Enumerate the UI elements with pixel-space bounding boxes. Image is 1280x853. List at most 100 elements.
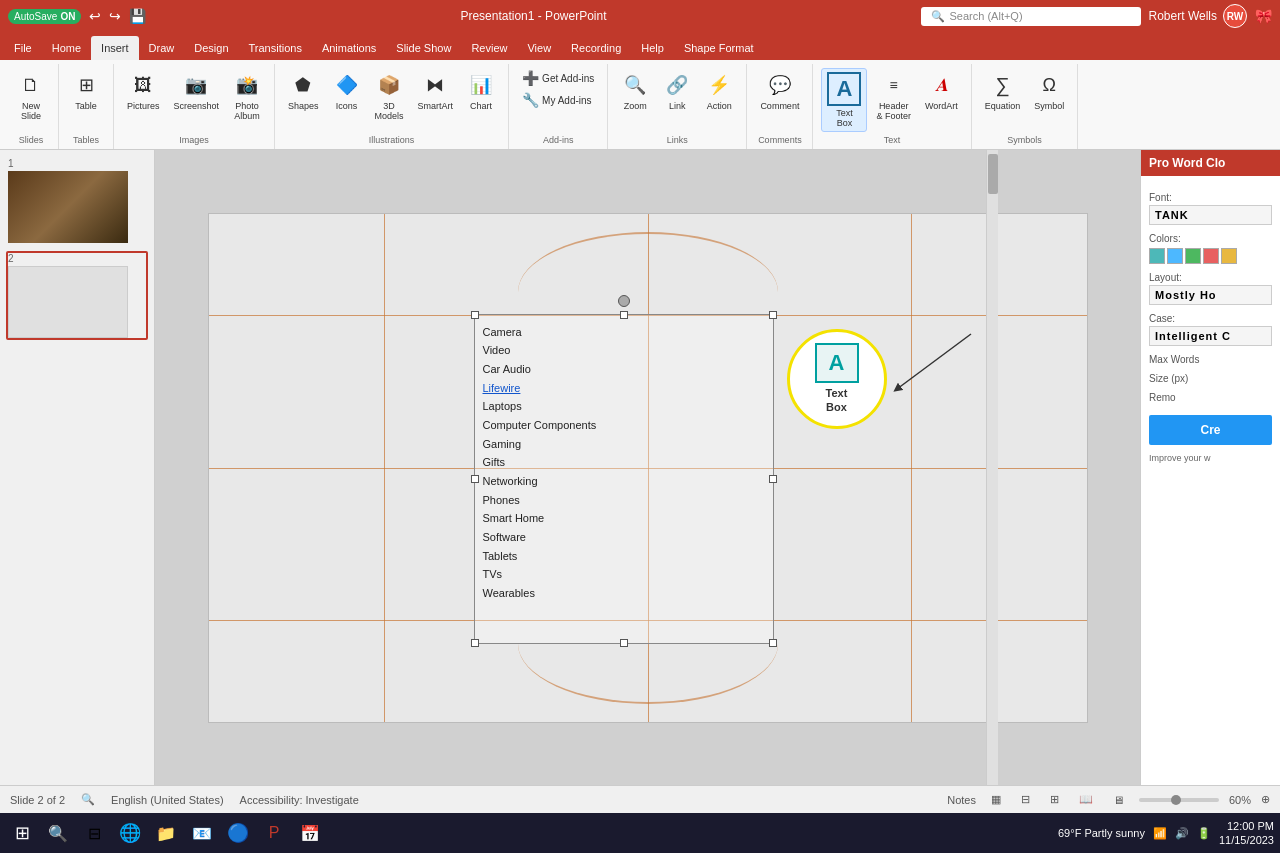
rp-case-value[interactable]: Intelligent C — [1149, 326, 1272, 346]
zoom-fit-icon[interactable]: ⊕ — [1261, 793, 1270, 806]
handle-mr[interactable] — [769, 475, 777, 483]
tab-view[interactable]: View — [517, 36, 561, 60]
search-box[interactable]: 🔍 Search (Alt+Q) — [921, 7, 1141, 26]
zoom-slider[interactable] — [1139, 798, 1219, 802]
color-swatch-5[interactable] — [1221, 248, 1237, 264]
taskbar-file-explorer[interactable]: 📁 — [150, 817, 182, 849]
ribbon-btn-3dmodels[interactable]: 📦 3DModels — [370, 68, 409, 124]
vertical-scrollbar[interactable] — [986, 150, 998, 785]
status-view-presenter[interactable]: 🖥 — [1108, 792, 1129, 808]
canvas-area[interactable]: Camera Video Car Audio Lifewire Laptops … — [155, 150, 1140, 785]
ribbon-btn-action[interactable]: ⚡ Action — [700, 68, 738, 114]
start-button[interactable]: ⊞ — [6, 817, 38, 849]
comment-icon: 💬 — [766, 71, 794, 99]
ribbon-btn-getaddins[interactable]: ➕ Get Add-ins — [517, 68, 599, 88]
ribbon-btn-comment[interactable]: 💬 Comment — [755, 68, 804, 114]
tab-transitions[interactable]: Transitions — [239, 36, 312, 60]
taskbar-edge[interactable]: 🌐 — [114, 817, 146, 849]
tab-review[interactable]: Review — [461, 36, 517, 60]
redo-icon[interactable]: ↪ — [109, 8, 121, 24]
ribbon-btn-equation[interactable]: ∑ Equation — [980, 68, 1026, 114]
tab-file[interactable]: File — [4, 36, 42, 60]
ribbon-btn-icons[interactable]: 🔷 Icons — [328, 68, 366, 114]
ribbon-btn-pictures[interactable]: 🖼 Pictures — [122, 68, 165, 114]
ribbon-btn-newslide[interactable]: 🗋 NewSlide — [12, 68, 50, 124]
textbox[interactable]: Camera Video Car Audio Lifewire Laptops … — [474, 314, 774, 644]
rp-font-value[interactable]: TANK — [1149, 205, 1272, 225]
ribbon-group-images: 🖼 Pictures 📷 Screenshot 📸 PhotoAlbum Ima… — [114, 64, 275, 149]
tab-insert[interactable]: Insert — [91, 36, 139, 60]
taskbar-volume-icon[interactable]: 🔊 — [1175, 827, 1189, 840]
handle-br[interactable] — [769, 639, 777, 647]
ribbon-btn-wordart[interactable]: 𝐀 WordArt — [920, 68, 963, 114]
rp-layout-value[interactable]: Mostly Ho — [1149, 285, 1272, 305]
ribbon-btn-table[interactable]: ⊞ Table — [67, 68, 105, 114]
ribbon-btn-chart[interactable]: 📊 Chart — [462, 68, 500, 114]
handle-bm[interactable] — [620, 639, 628, 647]
comment-label: Comment — [760, 101, 799, 111]
ribbon-btn-smartart[interactable]: ⧓ SmartArt — [413, 68, 459, 114]
tab-recording[interactable]: Recording — [561, 36, 631, 60]
save-icon[interactable]: 💾 — [129, 8, 146, 24]
handle-tr[interactable] — [769, 311, 777, 319]
ribbon-btn-link[interactable]: 🔗 Link — [658, 68, 696, 114]
autosave-toggle[interactable]: AutoSave ON — [8, 9, 81, 24]
scrollbar-thumb[interactable] — [988, 154, 998, 194]
symbol-label: Symbol — [1034, 101, 1064, 111]
zoom-thumb[interactable] — [1171, 795, 1181, 805]
color-swatch-4[interactable] — [1203, 248, 1219, 264]
list-item: Tablets — [483, 547, 765, 566]
handle-tm[interactable] — [620, 311, 628, 319]
ribbon-btn-headerfooter[interactable]: ≡ Header& Footer — [871, 68, 916, 124]
taskbar-email[interactable]: 📧 — [186, 817, 218, 849]
chart-icon: 📊 — [467, 71, 495, 99]
user-avatar[interactable]: RW — [1223, 4, 1247, 28]
status-view-outline[interactable]: ⊟ — [1016, 791, 1035, 808]
taskbar-search[interactable]: 🔍 — [42, 817, 74, 849]
tab-shapeformat[interactable]: Shape Format — [674, 36, 764, 60]
status-notes[interactable]: Notes — [947, 794, 976, 806]
color-swatch-1[interactable] — [1149, 248, 1165, 264]
tab-slideshow[interactable]: Slide Show — [386, 36, 461, 60]
taskbar-calendar[interactable]: 📅 — [294, 817, 326, 849]
ribbon-btn-zoom[interactable]: 🔍 Zoom — [616, 68, 654, 114]
slide-num-2: 2 — [8, 253, 146, 264]
status-view-slide-sorter[interactable]: ⊞ — [1045, 791, 1064, 808]
taskbar-chrome[interactable]: 🔵 — [222, 817, 254, 849]
tab-design[interactable]: Design — [184, 36, 238, 60]
handle-rotate[interactable] — [618, 295, 630, 307]
handle-ml[interactable] — [471, 475, 479, 483]
handle-tl[interactable] — [471, 311, 479, 319]
slide-thumb-1[interactable]: 1 — [6, 156, 148, 245]
comments-group-label: Comments — [755, 133, 804, 145]
illustrations-group-label: Illustrations — [283, 133, 500, 145]
ribbon-btn-textbox[interactable]: A TextBox — [821, 68, 867, 132]
slide[interactable]: Camera Video Car Audio Lifewire Laptops … — [208, 213, 1088, 723]
status-view-normal[interactable]: ▦ — [986, 791, 1006, 808]
3dmodels-icon: 📦 — [375, 71, 403, 99]
status-view-reading[interactable]: 📖 — [1074, 791, 1098, 808]
color-swatch-2[interactable] — [1167, 248, 1183, 264]
ribbon-btn-screenshot[interactable]: 📷 Screenshot — [169, 68, 225, 114]
ribbon-group-addins: ➕ Get Add-ins 🔧 My Add-ins Add-ins — [509, 64, 608, 149]
handle-bl[interactable] — [471, 639, 479, 647]
rp-create-button[interactable]: Cre — [1149, 415, 1272, 445]
autosave-state: ON — [60, 11, 75, 22]
newslide-icon: 🗋 — [17, 71, 45, 99]
ribbon-btn-shapes[interactable]: ⬟ Shapes — [283, 68, 324, 114]
ribbon-btn-symbol[interactable]: Ω Symbol — [1029, 68, 1069, 114]
color-swatch-3[interactable] — [1185, 248, 1201, 264]
textbox-icon-label: TextBox — [826, 387, 848, 413]
slide-thumb-2[interactable]: 2 — [6, 251, 148, 340]
tab-home[interactable]: Home — [42, 36, 91, 60]
taskbar-powerpoint[interactable]: P — [258, 817, 290, 849]
taskbar-task-view[interactable]: ⊟ — [78, 817, 110, 849]
ribbon-icon[interactable]: 🎀 — [1255, 8, 1272, 24]
slide-preview-1 — [8, 171, 128, 243]
tab-help[interactable]: Help — [631, 36, 674, 60]
undo-icon[interactable]: ↩ — [89, 8, 101, 24]
tab-draw[interactable]: Draw — [139, 36, 185, 60]
tab-animations[interactable]: Animations — [312, 36, 386, 60]
ribbon-btn-myaddins[interactable]: 🔧 My Add-ins — [517, 90, 596, 110]
ribbon-btn-photoalbum[interactable]: 📸 PhotoAlbum — [228, 68, 266, 124]
